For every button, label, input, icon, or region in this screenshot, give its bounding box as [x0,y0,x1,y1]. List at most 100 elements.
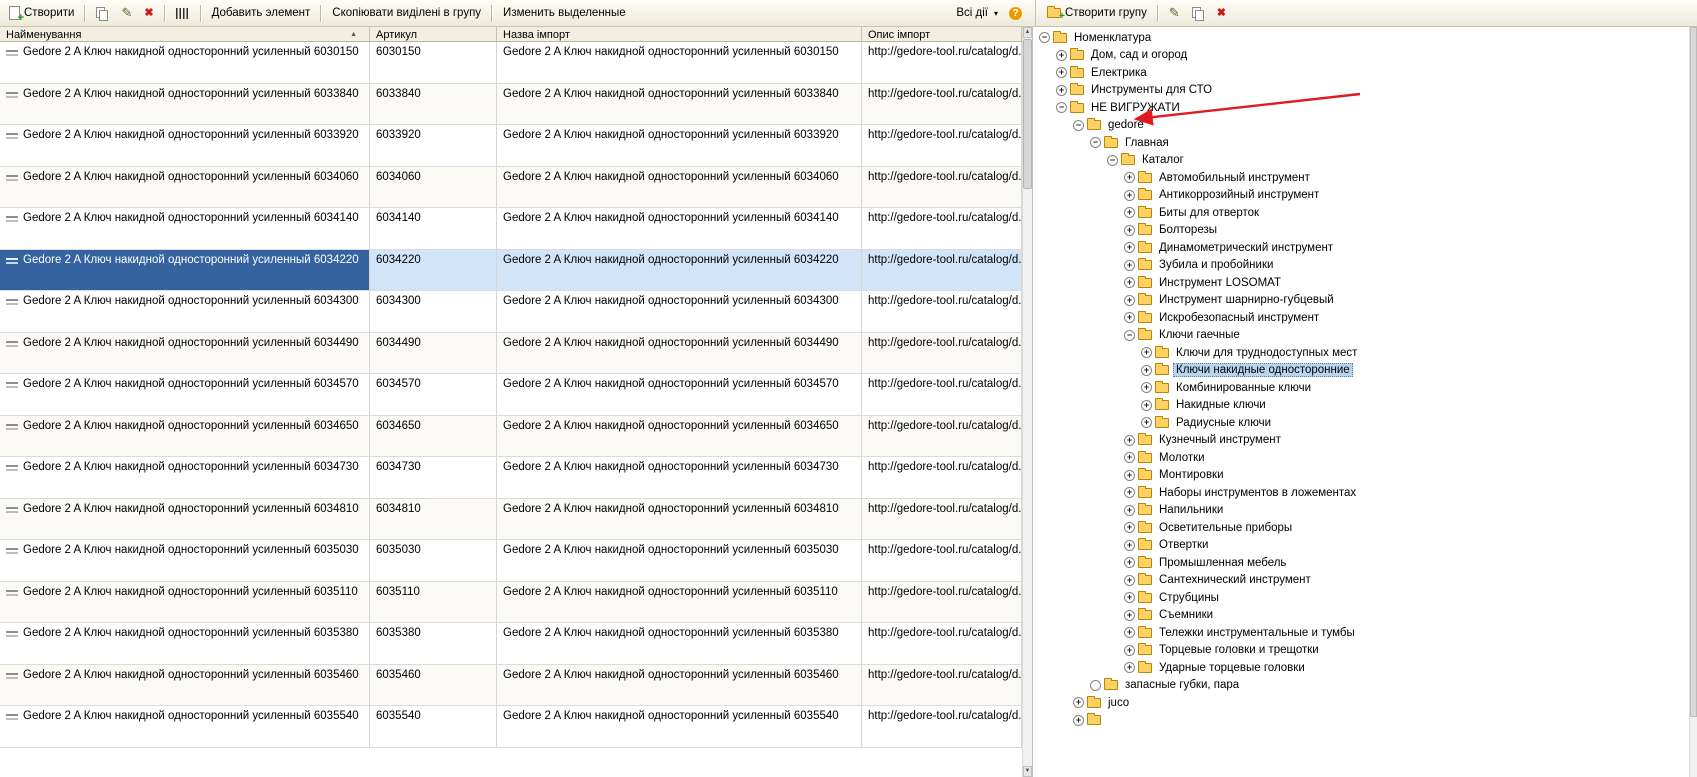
tree-expander-icon[interactable]: + [1124,469,1135,481]
cell-import-desc[interactable]: http://gedore-tool.ru/catalog/d... [862,374,1022,415]
table-row[interactable]: Gedore 2 A Ключ накидной односторонний у… [0,623,1022,665]
tree-node-label[interactable]: Ударные торцевые головки [1156,661,1308,675]
table-row[interactable]: Gedore 2 A Ключ накидной односторонний у… [0,332,1022,374]
tree-expander-icon[interactable]: + [1124,242,1135,254]
cell-import-name[interactable]: Gedore 2 A Ключ накидной односторонний у… [497,249,862,290]
tree-node-label[interactable]: Промышленная мебель [1156,556,1289,570]
tree-node[interactable]: + Напильники [1033,502,1689,520]
cell-import-desc[interactable]: http://gedore-tool.ru/catalog/d... [862,332,1022,373]
tree-node-label[interactable]: Инструмент шарнирно-губцевый [1156,293,1337,307]
tree-node-label[interactable]: Каталог [1139,153,1187,167]
tree-node-label[interactable]: запасные губки, пара [1122,678,1242,692]
tree-delete-button[interactable]: ✖ [1212,5,1231,21]
cell-import-name[interactable]: Gedore 2 A Ключ накидной односторонний у… [497,332,862,373]
table-row[interactable]: Gedore 2 A Ключ накидной односторонний у… [0,706,1022,748]
cell-import-name[interactable]: Gedore 2 A Ключ накидной односторонний у… [497,374,862,415]
tree-expander-icon[interactable]: + [1124,294,1135,306]
tree-node[interactable]: − НЕ ВИГРУЖАТИ [1033,99,1689,117]
tree-expander-icon[interactable]: + [1056,49,1067,61]
cell-import-desc[interactable]: http://gedore-tool.ru/catalog/d... [862,706,1022,747]
tree-node-label[interactable]: Тележки инструментальные и тумбы [1156,626,1358,640]
tree-node-label[interactable]: Биты для отверток [1156,206,1262,220]
cell-sku[interactable]: 6033840 [370,83,497,124]
tree-node-label[interactable]: Ключи для труднодоступных мест [1173,346,1360,360]
scrollbar-thumb[interactable] [1023,39,1032,189]
tree-node-label[interactable]: Сантехнический инструмент [1156,573,1314,587]
tree-copy-button[interactable] [1187,5,1210,22]
table-row[interactable]: Gedore 2 A Ключ накидной односторонний у… [0,291,1022,333]
add-element-button[interactable]: Добавить элемент [207,5,316,21]
tree-expander-icon[interactable] [1090,679,1101,691]
tree-node[interactable]: + Инструмент LOSOMAT [1033,274,1689,292]
cell-import-name[interactable]: Gedore 2 A Ключ накидной односторонний у… [497,706,862,747]
tree-node[interactable]: + Торцевые головки и трещотки [1033,642,1689,660]
cell-sku[interactable]: 6035540 [370,706,497,747]
tree-node[interactable]: + Сантехнический инструмент [1033,572,1689,590]
cell-name[interactable]: Gedore 2 A Ключ накидной односторонний у… [0,83,370,124]
tree-expander-icon[interactable]: + [1124,644,1135,656]
cell-sku[interactable]: 6035110 [370,581,497,622]
tree-node[interactable]: + Радиусные ключи [1033,414,1689,432]
cell-import-desc[interactable]: http://gedore-tool.ru/catalog/d... [862,581,1022,622]
cell-sku[interactable]: 6035030 [370,540,497,581]
tree-node-label[interactable]: Радиусные ключи [1173,416,1274,430]
cell-name[interactable]: Gedore 2 A Ключ накидной односторонний у… [0,664,370,705]
cell-import-name[interactable]: Gedore 2 A Ключ накидной односторонний у… [497,457,862,498]
tree-node-label[interactable] [1105,719,1111,721]
tree-expander-icon[interactable]: + [1141,417,1152,429]
tree-node[interactable]: + Комбинированные ключи [1033,379,1689,397]
tree-expander-icon[interactable]: + [1124,207,1135,219]
tree-scrollbar-thumb[interactable] [1690,27,1697,717]
cell-import-desc[interactable]: http://gedore-tool.ru/catalog/d... [862,42,1022,83]
tree-node-label[interactable]: Осветительные приборы [1156,521,1295,535]
table-row[interactable]: Gedore 2 A Ключ накидной односторонний у… [0,581,1022,623]
tree-expander-icon[interactable]: + [1124,487,1135,499]
tree-expander-icon[interactable]: + [1124,277,1135,289]
tree-node[interactable]: + Искробезопасный инструмент [1033,309,1689,327]
cell-name[interactable]: Gedore 2 A Ключ накидной односторонний у… [0,415,370,456]
cell-import-name[interactable]: Gedore 2 A Ключ накидной односторонний у… [497,415,862,456]
tree-node[interactable]: + Молотки [1033,449,1689,467]
tree-node[interactable]: + Зубила и пробойники [1033,257,1689,275]
cell-import-desc[interactable]: http://gedore-tool.ru/catalog/d... [862,498,1022,539]
tree-expander-icon[interactable]: + [1124,574,1135,586]
tree-expander-icon[interactable]: + [1124,434,1135,446]
copy-button[interactable] [91,5,114,22]
table-row[interactable]: Gedore 2 A Ключ накидной односторонний у… [0,540,1022,582]
tree-node[interactable]: + Дом, сад и огород [1033,47,1689,65]
tree-node-label[interactable]: Номенклатура [1071,31,1154,45]
tree-expander-icon[interactable]: + [1124,522,1135,534]
cell-sku[interactable]: 6033920 [370,125,497,166]
cell-import-name[interactable]: Gedore 2 A Ключ накидной односторонний у… [497,291,862,332]
cell-sku[interactable]: 6035380 [370,623,497,664]
cell-name[interactable]: Gedore 2 A Ключ накидной односторонний у… [0,623,370,664]
table-row[interactable]: Gedore 2 A Ключ накидной односторонний у… [0,42,1022,84]
tree-node-label[interactable]: Напильники [1156,503,1226,517]
tree-node-label[interactable]: Зубила и пробойники [1156,258,1276,272]
tree-edit-button[interactable]: ✎ [1164,5,1185,21]
tree-node[interactable]: − Ключи гаечные [1033,327,1689,345]
cell-sku[interactable]: 6034650 [370,415,497,456]
tree-expander-icon[interactable]: − [1124,329,1135,341]
cell-import-desc[interactable]: http://gedore-tool.ru/catalog/d... [862,291,1022,332]
tree-node-label[interactable]: Динамометрический инструмент [1156,241,1336,255]
copy-selected-to-group-button[interactable]: Скопіювати виділені в групу [327,5,486,21]
tree-expander-icon[interactable]: + [1141,347,1152,359]
column-header-sku[interactable]: Артикул [370,27,497,41]
cell-import-name[interactable]: Gedore 2 A Ключ накидной односторонний у… [497,623,862,664]
cell-name[interactable]: Gedore 2 A Ключ накидной односторонний у… [0,208,370,249]
tree-node[interactable]: + Болторезы [1033,222,1689,240]
column-header-import-desc[interactable]: Опис імпорт [862,27,1022,41]
tree-expander-icon[interactable]: + [1124,224,1135,236]
tree-node[interactable]: запасные губки, пара [1033,677,1689,695]
edit-button[interactable]: ✎ [116,5,137,21]
cell-name[interactable]: Gedore 2 A Ключ накидной односторонний у… [0,457,370,498]
tree-scrollbar[interactable] [1689,27,1697,777]
cell-import-desc[interactable]: http://gedore-tool.ru/catalog/d... [862,83,1022,124]
tree-expander-icon[interactable]: + [1124,189,1135,201]
tree-node[interactable]: + Антикоррозийный инструмент [1033,187,1689,205]
cell-import-desc[interactable]: http://gedore-tool.ru/catalog/d... [862,540,1022,581]
tree-node-label[interactable]: Болторезы [1156,223,1220,237]
tree-expander-icon[interactable]: + [1124,539,1135,551]
tree-node-label[interactable]: Инструмент LOSOMAT [1156,276,1284,290]
